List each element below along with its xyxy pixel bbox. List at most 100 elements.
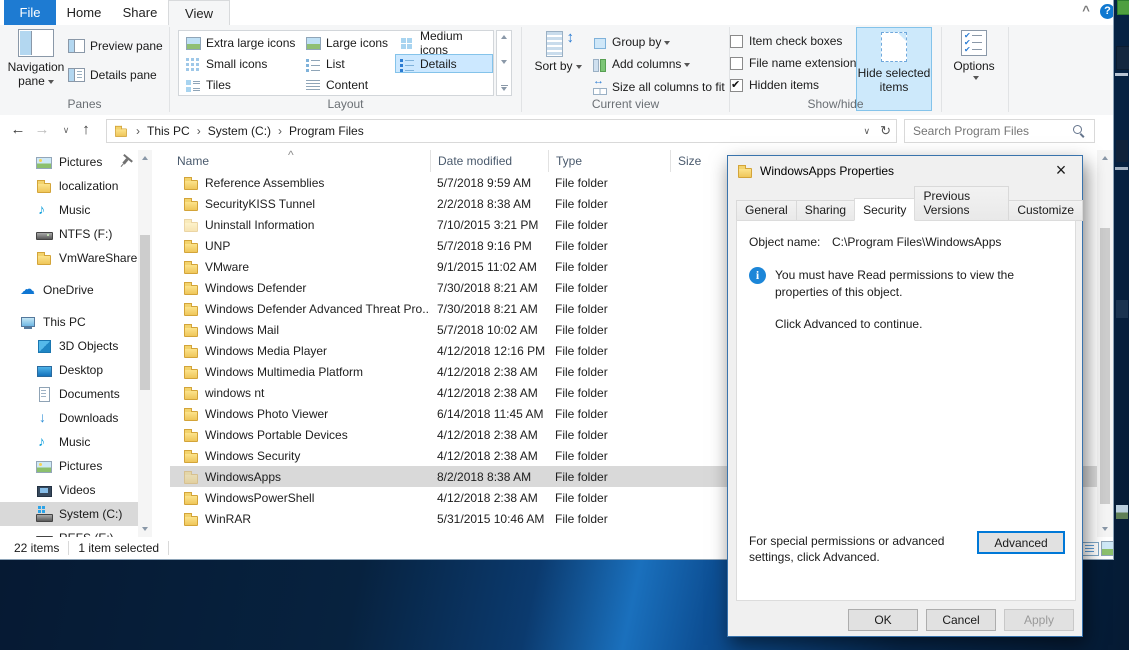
desktop-icon[interactable] (1116, 505, 1128, 519)
sidebar-item[interactable]: Downloads (0, 406, 138, 430)
details-view-toggle-icon[interactable] (1082, 542, 1099, 556)
dialog-tab[interactable]: Sharing (796, 200, 855, 221)
scroll-up-icon[interactable] (138, 152, 152, 164)
file-list-scrollbar[interactable] (1097, 150, 1113, 537)
add-columns-button[interactable]: Add columns (592, 54, 690, 74)
scroll-up-icon[interactable] (1097, 152, 1113, 164)
dialog-tab[interactable]: Customize (1008, 200, 1083, 221)
layout-option-icon (185, 36, 201, 50)
gallery-more-icon[interactable] (501, 85, 508, 91)
scroll-down-icon[interactable] (1097, 523, 1113, 535)
file-name: Windows Defender Advanced Threat Pro... (205, 302, 430, 316)
desktop-icon[interactable] (1116, 300, 1128, 318)
address-dropdown-icon[interactable]: ∨ (864, 126, 871, 137)
preview-pane-button[interactable]: Preview pane (68, 36, 163, 56)
column-header-name[interactable]: Name (170, 150, 430, 172)
sidebar-item[interactable]: Documents (0, 382, 138, 406)
desktop-icon[interactable] (1116, 46, 1129, 70)
scroll-down-icon[interactable] (138, 523, 152, 535)
tab-file[interactable]: File (4, 0, 56, 25)
sidebar-item[interactable]: localization (0, 174, 138, 198)
group-by-button[interactable]: Group by (592, 32, 670, 52)
help-icon[interactable] (1100, 4, 1114, 19)
sidebar-scrollbar[interactable] (138, 150, 152, 537)
tab-view[interactable]: View (168, 0, 230, 26)
breadcrumb-segment[interactable]: › System (C:) (190, 124, 271, 138)
layout-option[interactable]: Medium icons (395, 33, 493, 52)
column-header-type[interactable]: Type (548, 150, 670, 172)
up-icon[interactable]: ↑ (76, 121, 96, 138)
breadcrumb[interactable]: › This PC › System (C:) › Program Files … (106, 119, 897, 143)
layout-option[interactable]: Content (301, 75, 395, 94)
dialog-tab[interactable]: Security (854, 198, 915, 221)
advanced-button[interactable]: Advanced (977, 531, 1065, 554)
gallery-scroll-up-icon[interactable] (501, 35, 507, 39)
checkbox-icon[interactable] (730, 79, 743, 92)
recent-locations-icon[interactable]: ∨ (56, 125, 76, 136)
breadcrumb-segment[interactable]: › This PC (129, 124, 190, 138)
details-pane-button[interactable]: Details pane (68, 65, 157, 85)
sidebar-item[interactable]: This PC (0, 310, 138, 334)
layout-option[interactable]: Small icons (181, 54, 301, 73)
checkbox-icon[interactable] (730, 57, 743, 70)
search-icon[interactable] (1072, 124, 1086, 138)
breadcrumb-segment[interactable]: › Program Files (271, 124, 364, 138)
dialog-tab[interactable]: General (736, 200, 797, 221)
checkbox-icon[interactable] (730, 35, 743, 48)
gallery-scroll (496, 30, 512, 96)
file-type: File folder (548, 323, 670, 337)
sidebar-item-icon (36, 482, 52, 498)
sidebar-item-label: VmWareShare (59, 251, 137, 265)
sidebar-item[interactable]: Music (0, 430, 138, 454)
sidebar-item[interactable]: Desktop (0, 358, 138, 382)
sidebar-item[interactable]: REFS (E:) (0, 526, 138, 537)
search-input[interactable]: Search Program Files (904, 119, 1095, 143)
show-hide-checkbox-row[interactable]: Hidden items (730, 77, 862, 93)
sidebar-item[interactable]: Music (0, 198, 138, 222)
column-header-date-modified[interactable]: Date modified (430, 150, 548, 172)
chevron-right-icon: › (129, 124, 147, 138)
file-name: SecurityKISS Tunnel (205, 197, 315, 211)
gallery-scroll-down-icon[interactable] (501, 60, 507, 64)
tab-home[interactable]: Home (56, 0, 112, 25)
scrollbar-thumb[interactable] (1100, 228, 1110, 504)
layout-option[interactable]: Extra large icons (181, 33, 301, 52)
desktop-icon[interactable] (1116, 140, 1128, 162)
sidebar-item[interactable]: 3D Objects (0, 334, 138, 358)
sidebar-item-label: Downloads (59, 411, 118, 425)
layout-option[interactable]: Large icons (301, 33, 395, 52)
dialog-tab[interactable]: Previous Versions (914, 186, 1009, 221)
folder-icon (183, 196, 199, 212)
layout-option[interactable]: Details (395, 54, 493, 73)
show-hide-checkbox-row[interactable]: File name extensions (730, 55, 862, 71)
sidebar-item[interactable]: Videos (0, 478, 138, 502)
sidebar-item[interactable]: Pictures (0, 150, 138, 174)
thumbnail-view-toggle-icon[interactable] (1101, 541, 1114, 556)
back-icon[interactable]: ← (8, 121, 28, 138)
cancel-button[interactable]: Cancel (926, 609, 996, 631)
forward-icon[interactable]: → (32, 121, 52, 138)
scrollbar-thumb[interactable] (140, 235, 150, 390)
ok-button[interactable]: OK (848, 609, 918, 631)
sidebar-item[interactable]: NTFS (F:) (0, 222, 138, 246)
collapse-ribbon-icon[interactable] (1078, 4, 1094, 20)
show-hide-checkbox-row[interactable]: Item check boxes (730, 33, 862, 49)
sidebar-item[interactable]: VmWareShare (0, 246, 138, 270)
sidebar-item[interactable]: Pictures (0, 454, 138, 478)
navigation-pane-button[interactable]: Navigation pane (6, 29, 66, 88)
close-icon[interactable]: × (1040, 156, 1082, 184)
desktop-icon[interactable] (1117, 0, 1129, 15)
sidebar-item[interactable]: OneDrive (0, 278, 138, 302)
sidebar-item-icon (36, 506, 52, 522)
hide-selected-items-icon (881, 32, 907, 62)
options-button[interactable]: Options (946, 30, 1002, 80)
refresh-icon[interactable]: ↻ (880, 123, 891, 139)
layout-option[interactable]: Tiles (181, 75, 301, 94)
sort-by-button[interactable]: Sort by (534, 29, 582, 73)
layout-option[interactable]: List (301, 54, 395, 73)
tab-share[interactable]: Share (112, 0, 168, 25)
size-all-columns-button[interactable]: Size all columns to fit (592, 77, 725, 97)
folder-icon (183, 385, 199, 401)
column-header-size[interactable]: Size (670, 150, 727, 172)
sidebar-item[interactable]: System (C:) (0, 502, 138, 526)
